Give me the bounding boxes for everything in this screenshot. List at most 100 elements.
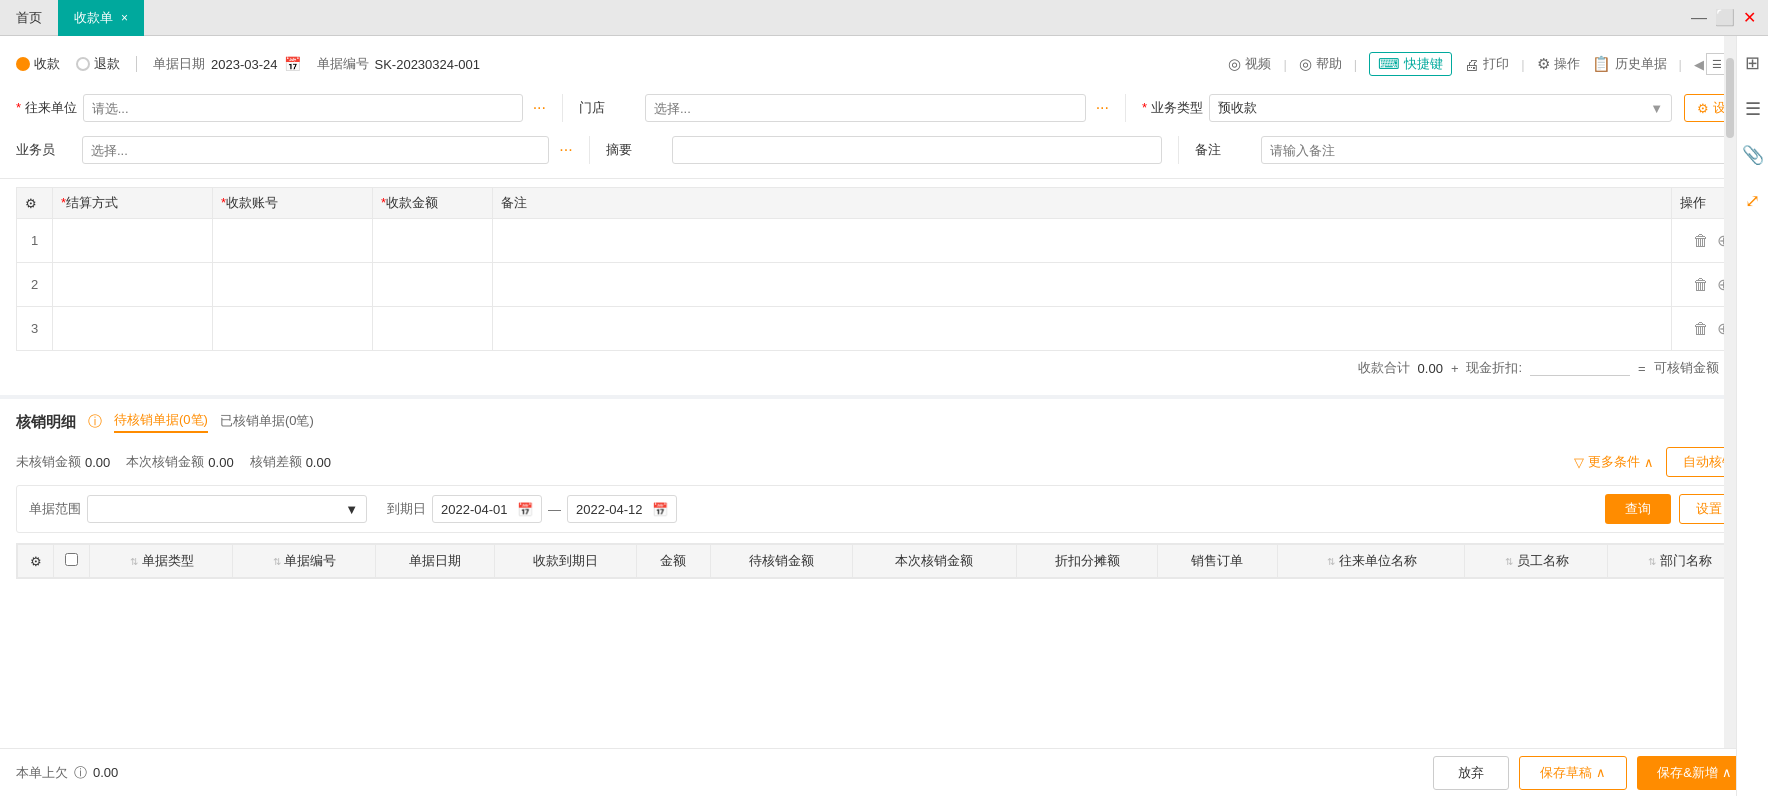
row2-payment[interactable]: [53, 263, 213, 307]
discount-input[interactable]: [1530, 360, 1630, 376]
writeoff-done-tab[interactable]: 已核销单据(0笔): [220, 412, 314, 432]
secondary-table: ⚙ ⇅ 单据类型 ⇅ 单据编号: [17, 544, 1751, 578]
store-field: 门店 ···: [579, 94, 1109, 122]
radio-refund-circle: [76, 57, 90, 71]
form-top: 收款 退款 单据日期 2023-03-24 📅 单据编号 SK-20230324…: [0, 36, 1768, 179]
summary-total-label: 收款合计: [1358, 359, 1410, 377]
save-new-btn[interactable]: 保存&新增 ∧: [1637, 756, 1752, 790]
radio-refund[interactable]: 退款: [76, 55, 120, 73]
abandon-btn[interactable]: 放弃: [1433, 756, 1509, 790]
summary-row: 收款合计 0.00 + 现金折扣: = 可核销金额 0.00: [0, 351, 1768, 387]
business-type-value: 预收款: [1218, 99, 1257, 117]
date-to-calendar-icon[interactable]: 📅: [652, 502, 668, 517]
table-row: 3 🗑 ⊕: [17, 307, 1752, 351]
tab-home[interactable]: 首页: [0, 0, 58, 36]
help-icon: ◎: [1299, 55, 1312, 73]
draft-btn[interactable]: 保存草稿 ∧: [1519, 756, 1627, 790]
due-date-label: 到期日: [387, 500, 426, 518]
window-restore-btn[interactable]: ⬜: [1715, 8, 1735, 27]
table-th-settings[interactable]: ⚙: [17, 188, 53, 219]
writeoff-info-icon[interactable]: ⓘ: [88, 413, 102, 431]
query-btn[interactable]: 查询: [1605, 494, 1671, 524]
scroll-track[interactable]: [1724, 36, 1736, 796]
right-sidebar: ⊞ ☰ 📎 ⤢: [1736, 36, 1768, 796]
help-btn[interactable]: ◎ 帮助: [1299, 55, 1342, 73]
row3-payment[interactable]: [53, 307, 213, 351]
row3-delete-btn[interactable]: 🗑: [1693, 319, 1709, 338]
row2-delete-btn[interactable]: 🗑: [1693, 275, 1709, 294]
print-btn[interactable]: 🖨 打印: [1464, 55, 1509, 73]
row3-account[interactable]: [213, 307, 373, 351]
toolbar-div1: |: [1283, 57, 1286, 72]
bottom-right: 放弃 保存草稿 ∧ 保存&新增 ∧: [1433, 756, 1752, 790]
date-calendar-icon[interactable]: 📅: [284, 56, 301, 72]
summary-verify-label: 可核销金额: [1654, 359, 1719, 377]
summary-discount-label: 现金折扣:: [1466, 359, 1522, 377]
row1-account[interactable]: [213, 219, 373, 263]
staff-more-icon[interactable]: ···: [559, 141, 572, 159]
date-from-calendar-icon[interactable]: 📅: [517, 502, 533, 517]
row3-amount[interactable]: [373, 307, 493, 351]
operation-btn[interactable]: ⚙ 操作: [1537, 55, 1580, 73]
range-select-arrow: ▼: [345, 502, 358, 517]
counterpart-more-icon[interactable]: ···: [533, 99, 546, 117]
window-close-btn[interactable]: ✕: [1743, 8, 1756, 27]
remarks-input[interactable]: [1261, 136, 1752, 164]
bottom-spacer: [0, 579, 1768, 639]
sidebar-list-icon[interactable]: ☰: [1741, 94, 1765, 124]
row2-account[interactable]: [213, 263, 373, 307]
row1-payment[interactable]: [53, 219, 213, 263]
row1-remarks[interactable]: [493, 219, 1672, 263]
writeoff-header: 核销明细 ⓘ 待核销单据(0笔) 已核销单据(0笔): [16, 411, 1752, 433]
radio-receipt[interactable]: 收款: [16, 55, 60, 73]
row1-delete-btn[interactable]: 🗑: [1693, 231, 1709, 250]
sec-th-settings[interactable]: ⚙: [18, 545, 54, 578]
row1-amount[interactable]: [373, 219, 493, 263]
tab-receipt[interactable]: 收款单 ×: [58, 0, 144, 36]
bill-no-label: 单据编号: [317, 55, 369, 73]
video-btn[interactable]: ◎ 视频: [1228, 55, 1271, 73]
select-all-checkbox[interactable]: [65, 553, 78, 566]
business-type-select[interactable]: 预收款 ▼: [1209, 94, 1672, 122]
window-minimize-btn[interactable]: —: [1691, 9, 1707, 27]
bottom-bar: 本单上欠 ⓘ 0.00 放弃 保存草稿 ∧ 保存&新增 ∧: [0, 748, 1768, 796]
more-conditions-btn[interactable]: ▽ 更多条件 ∧: [1574, 453, 1654, 471]
scroll-thumb[interactable]: [1726, 58, 1734, 138]
summary-input[interactable]: [672, 136, 1163, 164]
remarks-field: 备注: [1195, 136, 1752, 164]
shortcut-btn[interactable]: ⌨ 快捷键: [1369, 52, 1452, 76]
row1-divider: [136, 56, 137, 72]
row-num-3: 3: [17, 307, 53, 351]
row3-remarks[interactable]: [493, 307, 1672, 351]
secondary-table-wrap: ⚙ ⇅ 单据类型 ⇅ 单据编号: [16, 543, 1752, 579]
date-from-input[interactable]: 2022-04-01 📅: [432, 495, 542, 523]
tab-receipt-close[interactable]: ×: [121, 11, 128, 25]
history-btn[interactable]: 📋 历史单据: [1592, 55, 1667, 73]
sidebar-expand-icon[interactable]: ⤢: [1741, 186, 1764, 216]
nav-prev-icon[interactable]: ◀: [1694, 57, 1704, 72]
history-label: 历史单据: [1615, 55, 1667, 73]
sec-th-checkbox[interactable]: [54, 545, 90, 578]
date-to-input[interactable]: 2022-04-12 📅: [567, 495, 677, 523]
store-more-icon[interactable]: ···: [1096, 99, 1109, 117]
sidebar-attachment-icon[interactable]: 📎: [1738, 140, 1768, 170]
draft-arrow-icon: ∧: [1596, 765, 1606, 780]
store-input[interactable]: [645, 94, 1086, 122]
range-select[interactable]: ▼: [87, 495, 367, 523]
table-th-remarks: 备注: [493, 188, 1672, 219]
diff-label: 核销差额: [250, 453, 302, 471]
filter-settings-label: 设置: [1696, 501, 1722, 516]
diff-stat: 核销差额 0.00: [250, 453, 331, 471]
row2-remarks[interactable]: [493, 263, 1672, 307]
radio-receipt-circle: [16, 57, 30, 71]
bottom-info-icon[interactable]: ⓘ: [74, 764, 87, 782]
row2-amount[interactable]: [373, 263, 493, 307]
writeoff-pending-tab[interactable]: 待核销单据(0笔): [114, 411, 208, 433]
summary-label: 摘要: [606, 141, 666, 159]
form-divider-3: [589, 136, 590, 164]
counterpart-input[interactable]: [83, 94, 523, 122]
table-row: 1 🗑 ⊕: [17, 219, 1752, 263]
sidebar-table-icon[interactable]: ⊞: [1741, 48, 1764, 78]
video-label: 视频: [1245, 55, 1271, 73]
staff-input[interactable]: [82, 136, 549, 164]
